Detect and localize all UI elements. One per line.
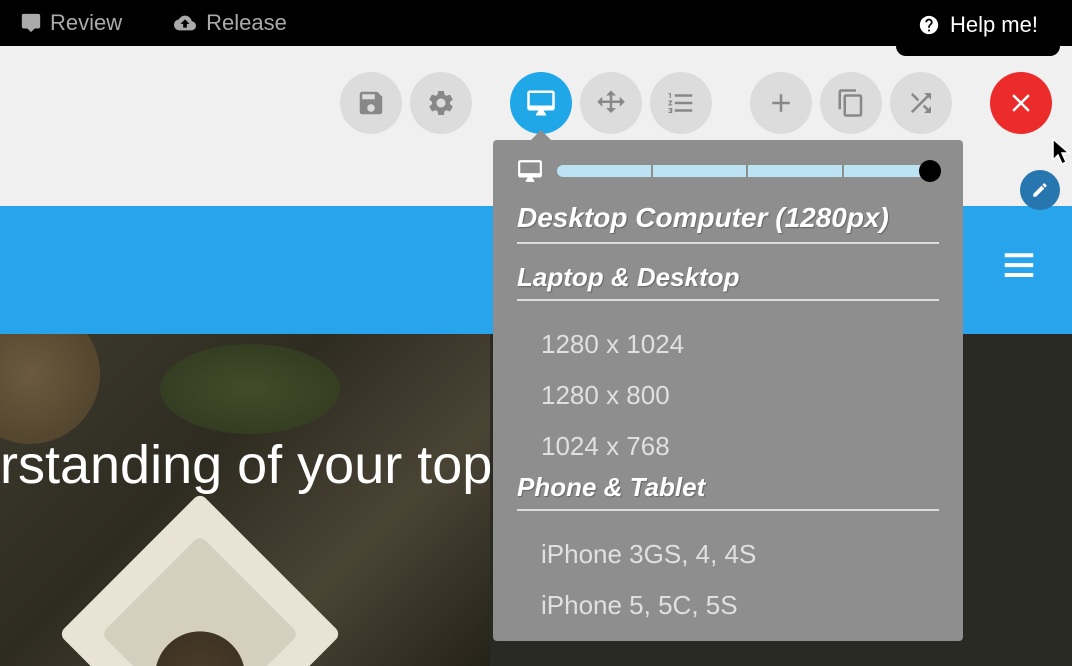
release-link[interactable]: Release (172, 10, 287, 36)
ordered-list-button[interactable] (650, 72, 712, 134)
hamburger-icon (1000, 249, 1038, 287)
pencil-icon (1031, 181, 1049, 199)
breakpoint-slider[interactable] (557, 165, 939, 177)
resolution-option[interactable]: 1280 x 1024 (517, 319, 939, 370)
release-label: Release (206, 10, 287, 36)
current-breakpoint-label: Desktop Computer (1280px) (517, 202, 939, 234)
divider (517, 299, 939, 301)
responsive-dropdown: Desktop Computer (1280px) Laptop & Deskt… (493, 140, 963, 641)
settings-button[interactable] (410, 72, 472, 134)
resolution-option[interactable]: 1280 x 800 (517, 370, 939, 421)
dropdown-slider-row (517, 158, 939, 184)
divider (517, 509, 939, 511)
help-button[interactable]: Help me! (896, 0, 1060, 56)
shuffle-button[interactable] (890, 72, 952, 134)
background-image (0, 334, 490, 666)
copy-icon (836, 88, 866, 118)
plus-icon (766, 88, 796, 118)
close-icon (1006, 88, 1036, 118)
toolbar (340, 72, 1052, 134)
review-label: Review (50, 10, 122, 36)
copy-button[interactable] (820, 72, 882, 134)
ordered-list-icon (666, 88, 696, 118)
resolution-option[interactable]: iPhone 5, 5C, 5S (517, 580, 939, 631)
sitemap-icon (596, 88, 626, 118)
hamburger-menu[interactable] (1000, 249, 1038, 292)
section-phone-tablet: Phone & Tablet (517, 472, 939, 503)
resolution-option[interactable]: iPhone 3GS, 4, 4S (517, 529, 939, 580)
top-bar: Review Release Help me! (0, 0, 1072, 46)
help-label: Help me! (950, 12, 1038, 38)
desktop-icon (526, 88, 556, 118)
cursor-icon (1052, 138, 1072, 166)
shuffle-icon (906, 88, 936, 118)
desktop-preview-button[interactable] (510, 72, 572, 134)
divider (517, 242, 939, 244)
add-button[interactable] (750, 72, 812, 134)
save-icon (356, 88, 386, 118)
sitemap-button[interactable] (580, 72, 642, 134)
close-button[interactable] (990, 72, 1052, 134)
slider-knob[interactable] (919, 160, 941, 182)
save-button[interactable] (340, 72, 402, 134)
section-laptop-desktop: Laptop & Desktop (517, 262, 939, 293)
edit-fab[interactable] (1020, 170, 1060, 210)
desktop-icon (517, 158, 543, 184)
review-link[interactable]: Review (20, 10, 122, 36)
resolution-option[interactable]: 1024 x 768 (517, 421, 939, 472)
gear-icon (426, 88, 456, 118)
